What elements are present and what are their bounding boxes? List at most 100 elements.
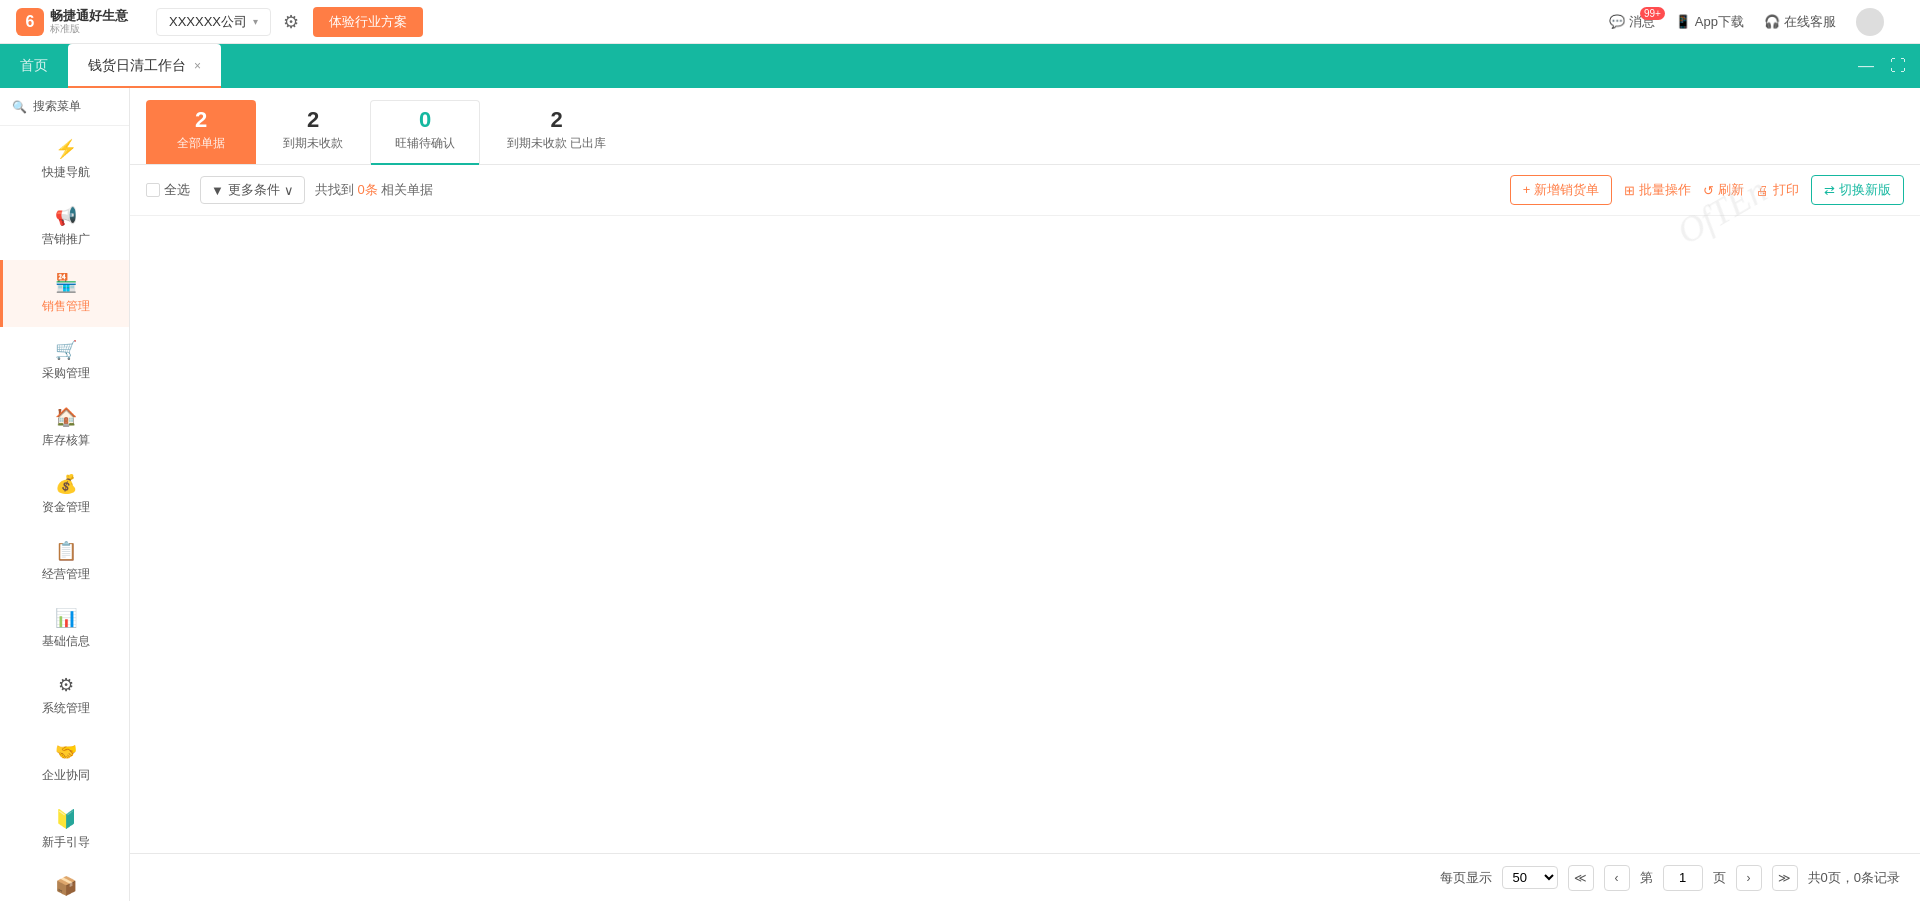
enterprise-icon: 🤝 [55, 741, 77, 763]
nav-tabs: 首页 钱货日清工作台 × — ⛶ [0, 44, 1920, 88]
sidebar-item-marketing[interactable]: 📢 营销推广 [0, 193, 129, 260]
sidebar: 🔍 搜索菜单 ⚡ 快捷导航 📢 营销推广 🏪 销售管理 🛒 采购管理 🏠 库存核… [0, 88, 130, 901]
messages-btn[interactable]: 💬 消息 99+ [1609, 13, 1655, 31]
sidebar-item-label: 新手引导 [42, 834, 90, 851]
stat-tab-overdue[interactable]: 2 到期未收款 [258, 100, 368, 164]
found-count: 0条 [358, 182, 378, 197]
home-tab[interactable]: 首页 [0, 44, 68, 88]
filter-button[interactable]: ▼ 更多条件 ∨ [200, 176, 305, 204]
sidebar-item-operations[interactable]: 📋 经营管理 [0, 528, 129, 595]
toolbar-left: 全选 ▼ 更多条件 ∨ 共找到 0条 相关单据 [146, 176, 1500, 204]
stat-number-wangwang: 0 [419, 109, 431, 131]
sidebar-item-label: 库存核算 [42, 432, 90, 449]
prev-page-btn[interactable]: ‹ [1604, 865, 1630, 891]
minimize-icon[interactable]: — [1854, 53, 1878, 79]
content-area: 2 全部单据 2 到期未收款 0 旺辅待确认 2 到期未收款 已出库 [130, 88, 1920, 901]
last-page-btn[interactable]: ≫ [1772, 865, 1798, 891]
online-service-btn[interactable]: 🎧 在线客服 [1764, 13, 1836, 31]
stat-number-overdue: 2 [307, 109, 319, 131]
sidebar-item-app-center[interactable]: 📦 应用中心 [0, 863, 129, 901]
next-page-btn[interactable]: › [1736, 865, 1762, 891]
logo-main: 畅捷通好生意 [50, 8, 128, 24]
page-number-input[interactable] [1663, 865, 1703, 891]
message-icon: 💬 [1609, 14, 1625, 29]
stat-number-overdue-out: 2 [551, 109, 563, 131]
batch-operation-btn[interactable]: ⊞ 批量操作 [1624, 181, 1691, 199]
add-sales-button[interactable]: + 新增销货单 [1510, 175, 1612, 205]
top-header: 6 畅捷通好生意 标准版 XXXXXX公司 ▾ ⚙ 体验行业方案 💬 消息 99… [0, 0, 1920, 44]
logo-sub: 标准版 [50, 23, 128, 35]
stat-label-overdue-out: 到期未收款 已出库 [507, 135, 606, 152]
print-label: 打印 [1773, 181, 1799, 199]
first-page-btn[interactable]: ≪ [1568, 865, 1594, 891]
nav-right: — ⛶ [1854, 53, 1920, 79]
app-center-icon: 📦 [55, 875, 77, 897]
quick-nav-icon: ⚡ [55, 138, 77, 160]
sidebar-item-basic-info[interactable]: 📊 基础信息 [0, 595, 129, 662]
logo-icon: 6 [16, 8, 44, 36]
filter-chevron: ∨ [284, 183, 294, 198]
logo-area: 6 畅捷通好生意 标准版 [16, 8, 146, 36]
toolbar: 全选 ▼ 更多条件 ∨ 共找到 0条 相关单据 + 新增销货单 ⊞ 批量操作 [130, 165, 1920, 216]
sidebar-item-quick-nav[interactable]: ⚡ 快捷导航 [0, 126, 129, 193]
online-service-label: 在线客服 [1784, 13, 1836, 31]
stat-tab-wangwang[interactable]: 0 旺辅待确认 [370, 100, 480, 164]
table-area [130, 216, 1920, 853]
app-download-btn[interactable]: 📱 App下载 [1675, 13, 1744, 31]
sidebar-item-purchase[interactable]: 🛒 采购管理 [0, 327, 129, 394]
sidebar-item-label: 系统管理 [42, 700, 90, 717]
search-menu-btn[interactable]: 🔍 搜索菜单 [0, 88, 129, 126]
sidebar-item-label: 采购管理 [42, 365, 90, 382]
per-page-select[interactable]: 50 20 100 [1502, 866, 1558, 889]
stats-tabs: 2 全部单据 2 到期未收款 0 旺辅待确认 2 到期未收款 已出库 [130, 88, 1920, 165]
avatar[interactable] [1856, 8, 1884, 36]
sales-icon: 🏪 [55, 272, 77, 294]
settings-icon[interactable]: ⚙ [279, 7, 303, 37]
stat-label-wangwang: 旺辅待确认 [395, 135, 455, 152]
header-right: 💬 消息 99+ 📱 App下载 🎧 在线客服 [1609, 8, 1904, 36]
company-selector[interactable]: XXXXXX公司 ▾ [156, 8, 271, 36]
stat-number-all: 2 [195, 109, 207, 131]
sidebar-item-inventory[interactable]: 🏠 库存核算 [0, 394, 129, 461]
batch-label: 批量操作 [1639, 181, 1691, 199]
stat-label-all: 全部单据 [177, 135, 225, 152]
filter-label: 更多条件 [228, 181, 280, 199]
sidebar-item-finance[interactable]: 💰 资金管理 [0, 461, 129, 528]
sidebar-item-label: 经营管理 [42, 566, 90, 583]
sidebar-item-label: 企业协同 [42, 767, 90, 784]
sidebar-item-guide[interactable]: 🔰 新手引导 [0, 796, 129, 863]
sidebar-item-enterprise[interactable]: 🤝 企业协同 [0, 729, 129, 796]
batch-icon: ⊞ [1624, 183, 1635, 198]
main-layout: 🔍 搜索菜单 ⚡ 快捷导航 📢 营销推广 🏪 销售管理 🛒 采购管理 🏠 库存核… [0, 88, 1920, 901]
close-tab-icon[interactable]: × [194, 59, 201, 73]
sidebar-item-label: 资金管理 [42, 499, 90, 516]
sidebar-item-sales[interactable]: 🏪 销售管理 [0, 260, 129, 327]
page-suffix: 页 [1713, 869, 1726, 887]
sidebar-item-label: 快捷导航 [42, 164, 90, 181]
stat-tab-overdue-out[interactable]: 2 到期未收款 已出库 [482, 100, 631, 164]
trial-button[interactable]: 体验行业方案 [313, 7, 423, 37]
page-prefix: 第 [1640, 869, 1653, 887]
expand-icon[interactable]: ⛶ [1886, 53, 1910, 79]
system-icon: ⚙ [58, 674, 74, 696]
app-download-label: App下载 [1695, 13, 1744, 31]
chevron-down-icon: ▾ [253, 16, 258, 27]
operations-icon: 📋 [55, 540, 77, 562]
stat-label-overdue: 到期未收款 [283, 135, 343, 152]
active-tab[interactable]: 钱货日清工作台 × [68, 44, 221, 88]
refresh-btn[interactable]: ↺ 刷新 [1703, 181, 1744, 199]
sidebar-item-label: 基础信息 [42, 633, 90, 650]
print-btn[interactable]: 🖨 打印 [1756, 181, 1799, 199]
print-icon: 🖨 [1756, 183, 1769, 198]
messages-badge: 99+ [1640, 7, 1665, 20]
select-all-checkbox[interactable]: 全选 [146, 181, 190, 199]
switch-version-btn[interactable]: ⇄ 切换新版 [1811, 175, 1904, 205]
refresh-icon: ↺ [1703, 183, 1714, 198]
stat-tab-all[interactable]: 2 全部单据 [146, 100, 256, 164]
sidebar-item-system[interactable]: ⚙ 系统管理 [0, 662, 129, 729]
sidebar-item-label: 营销推广 [42, 231, 90, 248]
switch-icon: ⇄ [1824, 183, 1835, 198]
total-count-label: 共0页，0条记录 [1808, 869, 1900, 887]
checkbox-input[interactable] [146, 183, 160, 197]
inventory-icon: 🏠 [55, 406, 77, 428]
